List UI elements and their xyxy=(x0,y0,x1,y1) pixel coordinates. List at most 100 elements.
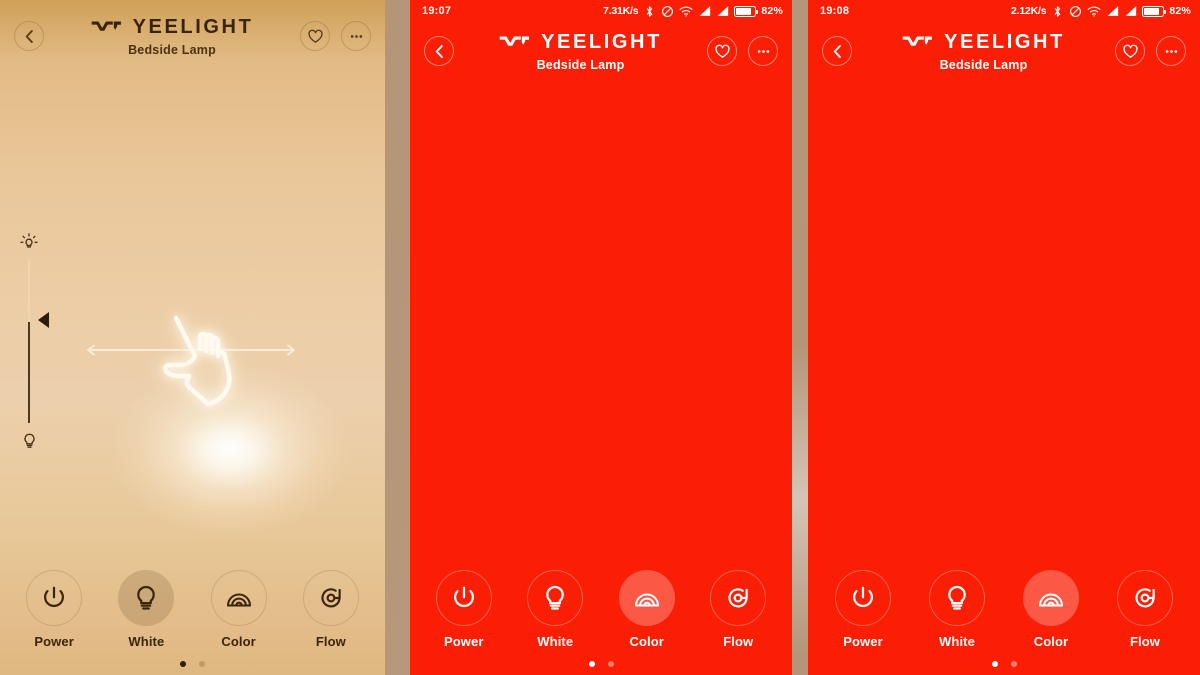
nav-item-label: Color xyxy=(1033,634,1069,649)
nav-item-label: Power xyxy=(34,634,74,649)
brightness-slider-track[interactable] xyxy=(27,260,49,423)
rainbow-icon[interactable] xyxy=(1023,570,1079,626)
phone-panel-2: 19:07 7.31K/s 82% YEELIGHT Bedside Lamp … xyxy=(410,0,792,675)
brand-lockup: YEELIGHT xyxy=(44,16,300,39)
power-icon[interactable] xyxy=(435,570,492,626)
header-actions xyxy=(1115,36,1186,66)
more-options-icon xyxy=(754,42,773,61)
nav-item-label: Flow xyxy=(1129,634,1160,649)
signal-bars-icon xyxy=(716,5,729,17)
gesture-hint-horizontal xyxy=(85,300,300,420)
page-indicator-dot[interactable] xyxy=(588,661,595,667)
signal-bars-icon xyxy=(698,5,711,17)
nav-item-power[interactable]: Power xyxy=(15,570,93,649)
signal-bars-icon xyxy=(1106,5,1119,17)
flow-icon[interactable] xyxy=(302,570,359,626)
header-actions xyxy=(707,36,778,66)
more-options-icon xyxy=(347,27,366,46)
back-button[interactable] xyxy=(14,21,44,51)
power-icon[interactable] xyxy=(26,570,83,626)
bottom-nav-row: Power White Color Flow xyxy=(0,560,385,649)
device-name: Bedside Lamp xyxy=(536,57,625,72)
nav-item-color[interactable]: Color xyxy=(608,570,686,649)
back-button[interactable] xyxy=(424,36,454,66)
device-name: Bedside Lamp xyxy=(939,57,1028,72)
screenshot-stage: YEELIGHT Bedside Lamp Power White Color … xyxy=(0,0,1200,675)
bottom-nav-row: Power White Color Flow xyxy=(808,560,1200,649)
bulb-icon[interactable] xyxy=(929,570,985,626)
nav-item-label: White xyxy=(939,634,975,649)
nav-item-label: Color xyxy=(629,634,664,649)
page-indicator-dot[interactable] xyxy=(607,661,614,667)
page-indicator-dot[interactable] xyxy=(199,661,205,667)
pointing-hand-icon xyxy=(156,308,252,412)
status-bar-data-rate: 2.12K/s xyxy=(1010,5,1047,17)
yeelight-logo-icon xyxy=(902,35,936,49)
battery-percent-label: 82% xyxy=(1169,5,1191,17)
battery-percent-label: 82% xyxy=(761,5,783,17)
page-indicator xyxy=(180,661,205,667)
brand-name: YEELIGHT xyxy=(541,30,662,53)
nav-item-flow[interactable]: Flow xyxy=(699,570,777,649)
more-options-button[interactable] xyxy=(341,21,371,51)
brand-name: YEELIGHT xyxy=(944,30,1065,53)
favorite-button[interactable] xyxy=(1115,36,1145,66)
nav-item-flow[interactable]: Flow xyxy=(1106,570,1184,649)
nav-item-white[interactable]: White xyxy=(516,570,594,649)
back-button[interactable] xyxy=(822,36,852,66)
brightness-slider[interactable] xyxy=(18,232,49,450)
bulb-icon[interactable] xyxy=(118,570,175,626)
flow-icon[interactable] xyxy=(1117,570,1173,626)
nav-item-power[interactable]: Power xyxy=(824,570,902,649)
rainbow-icon[interactable] xyxy=(210,570,267,626)
do-not-disturb-icon xyxy=(1069,5,1082,18)
status-bar-time: 19:08 xyxy=(820,5,850,17)
nav-item-power[interactable]: Power xyxy=(425,570,503,649)
page-indicator xyxy=(588,661,614,667)
brand-lockup: YEELIGHT xyxy=(454,31,707,54)
wifi-icon xyxy=(679,5,693,18)
wifi-icon xyxy=(1087,5,1101,18)
more-options-button[interactable] xyxy=(1156,36,1186,66)
brand-lockup: YEELIGHT xyxy=(852,31,1115,54)
battery-icon xyxy=(1142,5,1167,17)
status-bar: 19:07 7.31K/s 82% xyxy=(410,0,792,22)
rainbow-icon[interactable] xyxy=(618,570,675,626)
page-indicator-dot[interactable] xyxy=(991,661,998,667)
nav-item-color[interactable]: Color xyxy=(1012,570,1090,649)
page-indicator-dot[interactable] xyxy=(1010,661,1017,667)
heart-icon xyxy=(714,43,731,60)
app-header: YEELIGHT Bedside Lamp xyxy=(0,0,385,72)
more-options-button[interactable] xyxy=(748,36,778,66)
bulb-icon[interactable] xyxy=(527,570,584,626)
chevron-left-icon xyxy=(430,42,449,61)
nav-item-label: White xyxy=(128,634,165,649)
bottom-nav-row: Power White Color Flow xyxy=(410,560,792,649)
header-title-block: YEELIGHT Bedside Lamp xyxy=(454,31,707,72)
heart-icon xyxy=(1122,43,1139,60)
favorite-button[interactable] xyxy=(300,21,330,51)
nav-item-flow[interactable]: Flow xyxy=(292,570,370,649)
chevron-left-icon xyxy=(20,27,39,46)
nav-item-label: Color xyxy=(221,634,256,649)
favorite-button[interactable] xyxy=(707,36,737,66)
nav-item-white[interactable]: White xyxy=(918,570,996,649)
nav-item-color[interactable]: Color xyxy=(200,570,278,649)
power-icon[interactable] xyxy=(835,570,891,626)
yeelight-logo-icon xyxy=(91,20,125,34)
do-not-disturb-icon xyxy=(661,5,674,18)
slider-thumb-icon[interactable] xyxy=(37,312,49,329)
bottom-navigation: Power White Color Flow xyxy=(410,560,792,675)
device-name: Bedside Lamp xyxy=(128,42,216,57)
page-indicator-dot[interactable] xyxy=(180,661,186,667)
nav-item-label: Power xyxy=(843,634,883,649)
bottom-navigation: Power White Color Flow xyxy=(808,560,1200,675)
nav-item-label: White xyxy=(537,634,574,649)
signal-bars-icon xyxy=(1124,5,1137,17)
flow-icon[interactable] xyxy=(710,570,767,626)
chevron-left-icon xyxy=(828,42,847,61)
header-title-block: YEELIGHT Bedside Lamp xyxy=(44,16,300,57)
more-options-icon xyxy=(1162,42,1181,61)
bottom-navigation: Power White Color Flow xyxy=(0,560,385,675)
nav-item-white[interactable]: White xyxy=(107,570,185,649)
